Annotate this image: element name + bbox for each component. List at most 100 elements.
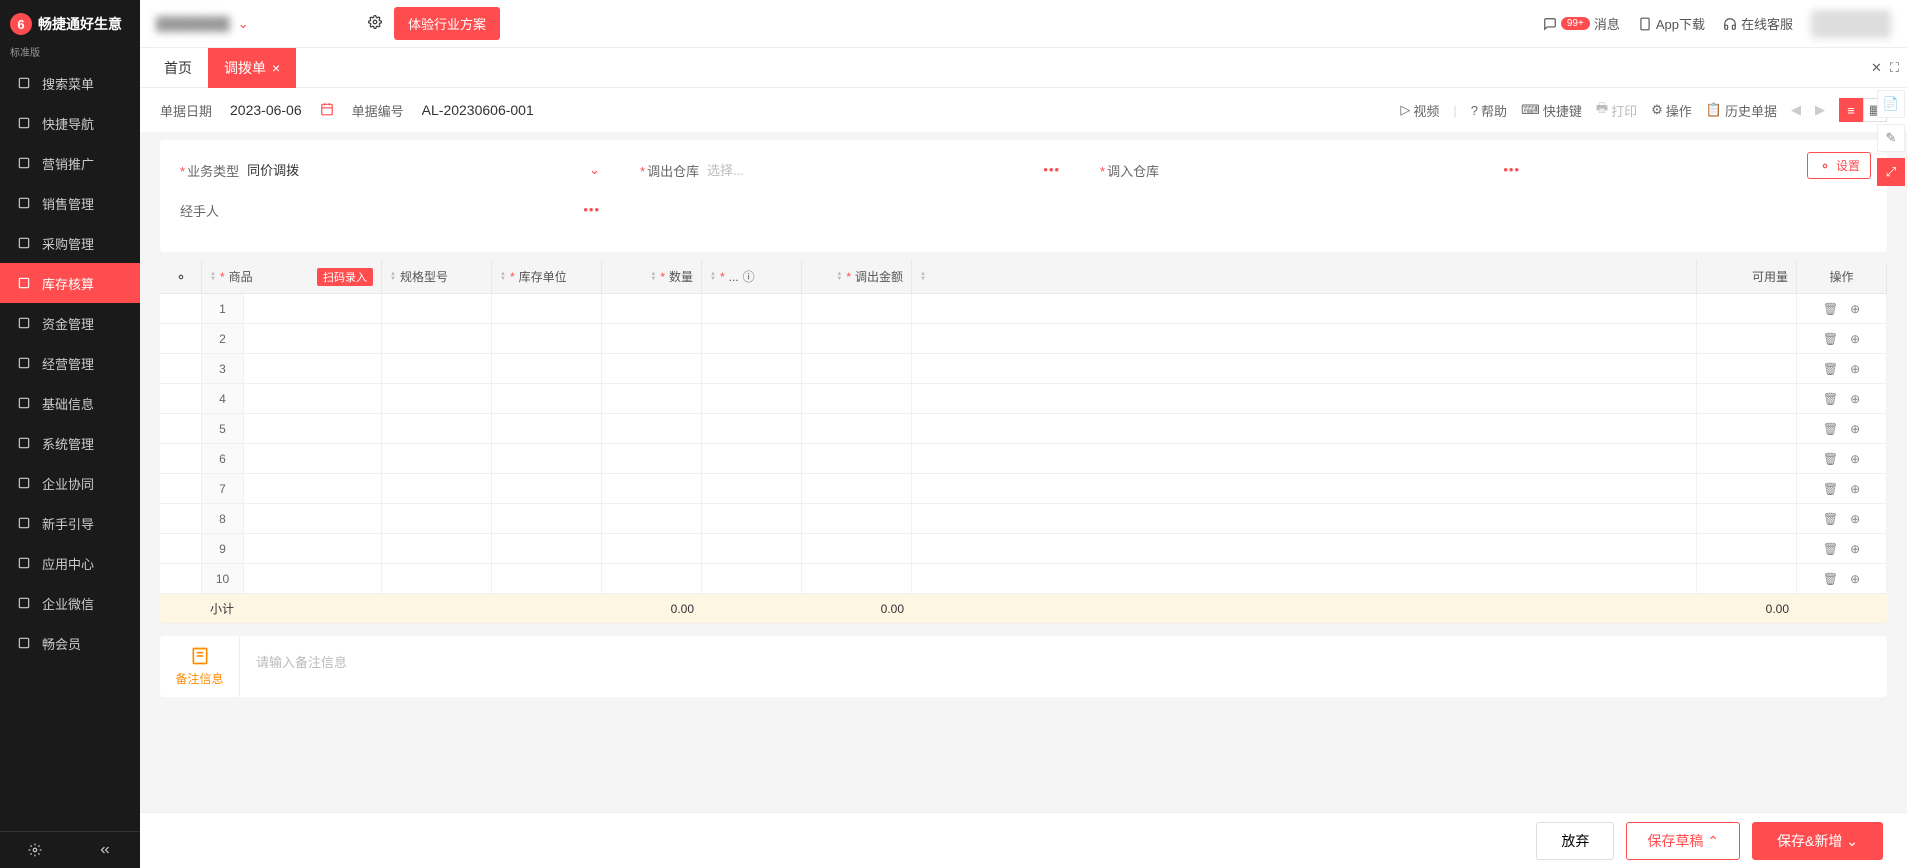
- delete-row-icon[interactable]: 🗑: [1823, 422, 1838, 436]
- add-row-icon[interactable]: ⊕: [1850, 302, 1860, 316]
- video-link[interactable]: ▷ 视频: [1400, 101, 1439, 120]
- add-row-icon[interactable]: ⊕: [1850, 362, 1860, 376]
- rail-doc-icon[interactable]: 📄: [1877, 90, 1905, 118]
- col-product[interactable]: ▲▼*商品扫码录入: [202, 260, 382, 293]
- lookup-icon[interactable]: •••: [1043, 162, 1060, 177]
- delete-row-icon[interactable]: 🗑: [1823, 392, 1838, 406]
- close-all-tabs-icon[interactable]: ✕: [1871, 60, 1882, 76]
- doc-settings-button[interactable]: 设置: [1807, 152, 1871, 179]
- add-row-icon[interactable]: ⊕: [1850, 512, 1860, 526]
- in-warehouse-field[interactable]: *调入仓库 •••: [1100, 156, 1520, 184]
- calendar-icon[interactable]: [320, 102, 334, 119]
- col-unit[interactable]: ▲▼*库存单位: [492, 260, 602, 293]
- messages-link[interactable]: 99+ 消息: [1543, 14, 1620, 33]
- add-row-icon[interactable]: ⊕: [1850, 392, 1860, 406]
- scan-badge[interactable]: 扫码录入: [317, 268, 373, 286]
- sidebar-item-5[interactable]: 库存核算: [0, 263, 140, 303]
- lookup-icon[interactable]: •••: [583, 202, 600, 217]
- list-view-button[interactable]: ≡: [1839, 98, 1863, 122]
- fullscreen-icon[interactable]: ⛶: [1890, 60, 1899, 76]
- app-download-link[interactable]: App下载: [1638, 14, 1705, 33]
- customer-service-link[interactable]: 在线客服: [1723, 14, 1793, 33]
- delete-row-icon[interactable]: 🗑: [1823, 332, 1838, 346]
- settings-icon[interactable]: [0, 832, 70, 868]
- ops-link[interactable]: ⚙ 操作: [1651, 101, 1692, 120]
- table-row[interactable]: 7🗑⊕: [160, 474, 1887, 504]
- help-link[interactable]: ? 帮助: [1471, 101, 1507, 120]
- delete-row-icon[interactable]: 🗑: [1823, 542, 1838, 556]
- table-row[interactable]: 8🗑⊕: [160, 504, 1887, 534]
- delete-row-icon[interactable]: 🗑: [1823, 452, 1838, 466]
- remark-input[interactable]: 请输入备注信息: [240, 636, 1887, 697]
- sidebar-item-0[interactable]: 搜索菜单: [0, 63, 140, 103]
- rail-expand-icon[interactable]: ⤢: [1877, 158, 1905, 186]
- sidebar-item-11[interactable]: 新手引导: [0, 503, 140, 543]
- add-row-icon[interactable]: ⊕: [1850, 452, 1860, 466]
- add-row-icon[interactable]: ⊕: [1850, 572, 1860, 586]
- delete-row-icon[interactable]: 🗑: [1823, 512, 1838, 526]
- col-filler: ▲▼: [912, 260, 1697, 293]
- experience-button[interactable]: 体验行业方案: [394, 7, 500, 40]
- col-spec[interactable]: ▲▼规格型号: [382, 260, 492, 293]
- sidebar-item-6[interactable]: 资金管理: [0, 303, 140, 343]
- delete-row-icon[interactable]: 🗑: [1823, 572, 1838, 586]
- table-row[interactable]: 4🗑⊕: [160, 384, 1887, 414]
- rail-edit-icon[interactable]: ✎: [1877, 124, 1905, 152]
- col-hidden[interactable]: ▲▼*... ⓘ: [702, 260, 802, 293]
- handler-field[interactable]: 经手人 •••: [180, 198, 600, 222]
- add-row-icon[interactable]: ⊕: [1850, 542, 1860, 556]
- sidebar-item-13[interactable]: 企业微信: [0, 583, 140, 623]
- table-row[interactable]: 9🗑⊕: [160, 534, 1887, 564]
- sidebar-item-1[interactable]: 快捷导航: [0, 103, 140, 143]
- shortcut-link[interactable]: ⌨ 快捷键: [1521, 101, 1582, 120]
- biz-type-field[interactable]: *业务类型 同价调拨⌄: [180, 156, 600, 184]
- tab-0[interactable]: 首页: [148, 48, 208, 88]
- company-name: ████████: [156, 16, 230, 31]
- sidebar-item-3[interactable]: 销售管理: [0, 183, 140, 223]
- discard-button[interactable]: 放弃: [1536, 822, 1614, 860]
- save-new-button[interactable]: 保存&新增 ⌄: [1752, 822, 1883, 860]
- sidebar-item-8[interactable]: 基础信息: [0, 383, 140, 423]
- table-row[interactable]: 2 🗑 ⊕: [160, 324, 1887, 354]
- company-selector[interactable]: ████████ ⌄: [156, 16, 356, 32]
- table-row[interactable]: 3🗑⊕: [160, 354, 1887, 384]
- store-icon: [16, 555, 32, 571]
- sidebar-item-10[interactable]: 企业协同: [0, 463, 140, 503]
- table-row[interactable]: 1🗑⊕: [160, 294, 1887, 324]
- col-avail[interactable]: 可用量: [1697, 260, 1797, 293]
- sidebar-item-2[interactable]: 营销推广: [0, 143, 140, 183]
- tab-close-icon v[interactable]: ×: [272, 60, 280, 76]
- col-amount[interactable]: ▲▼*调出金额: [802, 260, 912, 293]
- print-link[interactable]: 🖶 打印: [1596, 99, 1637, 121]
- next-doc-icon[interactable]: ▶: [1815, 102, 1825, 118]
- add-row-icon[interactable]: ⊕: [1850, 422, 1860, 436]
- grid-config-icon[interactable]: [160, 260, 202, 293]
- delete-row-icon[interactable]: 🗑: [1823, 362, 1838, 376]
- prev-doc-icon[interactable]: ◀: [1791, 102, 1801, 118]
- sidebar-bottom: [0, 831, 140, 868]
- save-draft-button[interactable]: 保存草稿 ⌃: [1626, 822, 1740, 860]
- table-row[interactable]: 10🗑⊕: [160, 564, 1887, 594]
- row-number: 2: [202, 324, 244, 353]
- add-row-icon[interactable]: ⊕: [1850, 482, 1860, 496]
- company-gear-icon[interactable]: [368, 15, 382, 32]
- collapse-icon[interactable]: [70, 832, 140, 868]
- history-link[interactable]: 📋 历史单据: [1706, 101, 1777, 120]
- sidebar-item-4[interactable]: 采购管理: [0, 223, 140, 263]
- sidebar-item-7[interactable]: 经营管理: [0, 343, 140, 383]
- doc-date-value[interactable]: 2023-06-06: [230, 102, 302, 118]
- table-row[interactable]: 6🗑⊕: [160, 444, 1887, 474]
- delete-row-icon[interactable]: 🗑: [1823, 482, 1838, 496]
- sidebar-item-14[interactable]: 畅会员: [0, 623, 140, 663]
- add-row-icon[interactable]: ⊕: [1850, 332, 1860, 346]
- delete-row-icon[interactable]: 🗑: [1823, 302, 1838, 316]
- user-avatar[interactable]: [1811, 10, 1891, 38]
- form-card: 设置 *业务类型 同价调拨⌄ *调出仓库 选择...••• *调入仓库 •••: [160, 140, 1887, 252]
- col-qty[interactable]: ▲▼*数量: [602, 260, 702, 293]
- out-warehouse-field[interactable]: *调出仓库 选择...•••: [640, 156, 1060, 184]
- sidebar-item-9[interactable]: 系统管理: [0, 423, 140, 463]
- sidebar-item-12[interactable]: 应用中心: [0, 543, 140, 583]
- lookup-icon[interactable]: •••: [1503, 162, 1520, 177]
- table-row[interactable]: 5🗑⊕: [160, 414, 1887, 444]
- tab-1[interactable]: 调拨单×: [208, 48, 296, 88]
